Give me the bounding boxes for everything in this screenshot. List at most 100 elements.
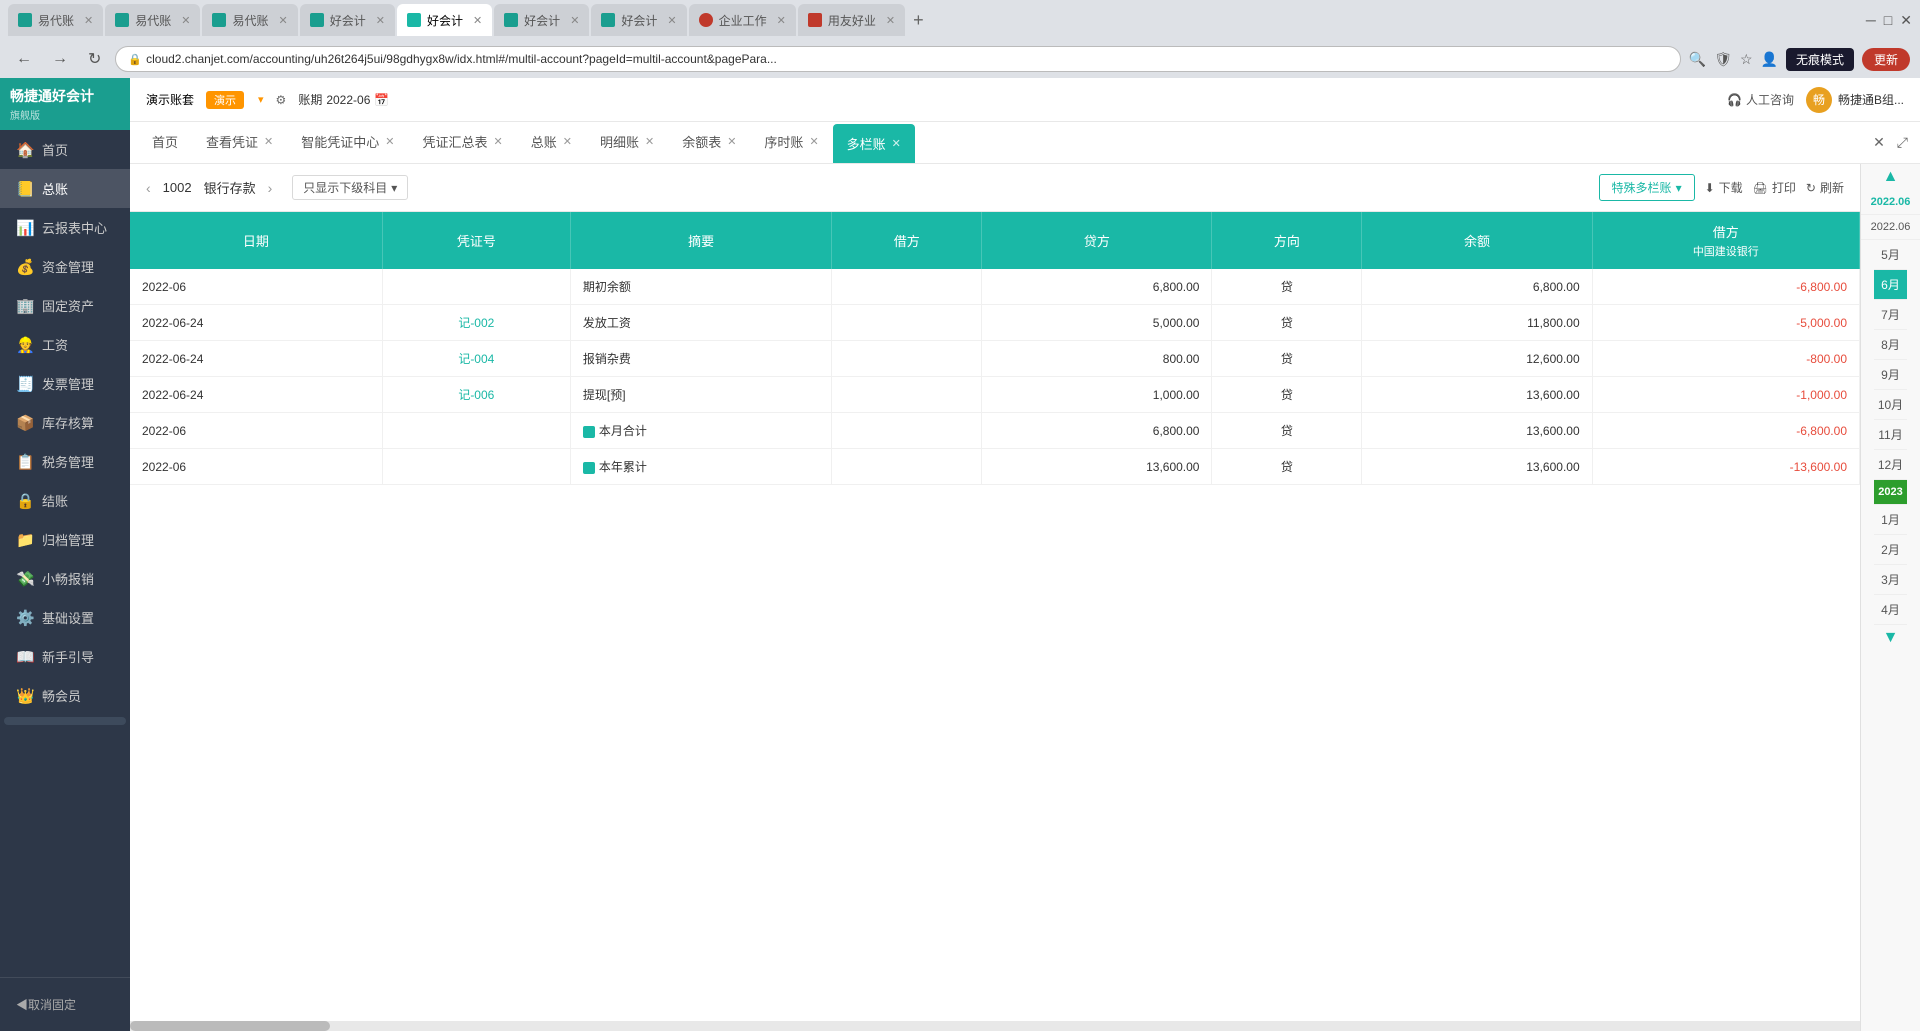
tab-close-7[interactable]: ✕ bbox=[667, 14, 676, 27]
unpin-button[interactable]: ◀取消固定 bbox=[0, 988, 130, 1021]
minimize-button[interactable]: ─ bbox=[1866, 12, 1876, 28]
tab-smart-close[interactable]: ✕ bbox=[385, 135, 394, 148]
sidebar-item-home[interactable]: 🏠 首页 bbox=[0, 130, 130, 169]
tab-close-3[interactable]: ✕ bbox=[278, 14, 287, 27]
update-button[interactable]: 更新 bbox=[1862, 48, 1910, 71]
browser-tab-4[interactable]: 好会计 ✕ bbox=[300, 4, 395, 36]
star-icon-btn[interactable]: ☆ bbox=[1740, 51, 1753, 68]
tab-sequential[interactable]: 序时账 ✕ bbox=[750, 122, 832, 163]
sidebar-item-inventory[interactable]: 📦 库存核算 bbox=[0, 403, 130, 442]
consult-button[interactable]: 🎧 人工咨询 bbox=[1727, 91, 1794, 108]
print-button[interactable]: 🖨 打印 bbox=[1753, 179, 1796, 196]
tab-close-4[interactable]: ✕ bbox=[376, 14, 385, 27]
tab-close-9[interactable]: ✕ bbox=[886, 14, 895, 27]
tab-balance[interactable]: 余额表 ✕ bbox=[668, 122, 750, 163]
tab-multi-column[interactable]: 多栏账 ✕ bbox=[833, 124, 915, 163]
shield-icon-btn[interactable]: 🛡 bbox=[1714, 51, 1732, 68]
date-top-1[interactable]: 2022.06 bbox=[1861, 190, 1920, 215]
browser-tab-3[interactable]: 易代账 ✕ bbox=[202, 4, 297, 36]
tab-voucher-summary[interactable]: 凭证汇总表 ✕ bbox=[408, 122, 516, 163]
download-button[interactable]: ⬇ 下载 bbox=[1705, 179, 1743, 196]
tab-home[interactable]: 首页 bbox=[138, 122, 192, 163]
browser-tab-2[interactable]: 易代账 ✕ bbox=[105, 4, 200, 36]
profile-icon-btn[interactable]: 👤 bbox=[1761, 51, 1778, 68]
sidebar-item-expense[interactable]: 💸 小畅报销 bbox=[0, 559, 130, 598]
special-multi-column-button[interactable]: 特殊多栏账 ▾ bbox=[1599, 174, 1695, 201]
tab-smart-voucher[interactable]: 智能凭证中心 ✕ bbox=[287, 122, 408, 163]
back-button[interactable]: ← bbox=[10, 48, 38, 70]
horizontal-scrollbar[interactable] bbox=[130, 1021, 1860, 1031]
date-month-item[interactable]: 2023 bbox=[1874, 480, 1907, 505]
prev-account-button[interactable]: ‹ bbox=[146, 180, 151, 196]
refresh-button[interactable]: ↻ 刷新 bbox=[1806, 179, 1844, 196]
browser-tab-8[interactable]: 企业工作 ✕ bbox=[689, 4, 796, 36]
sidebar-item-ledger[interactable]: 📒 总账 bbox=[0, 169, 130, 208]
browser-tab-6[interactable]: 好会计 ✕ bbox=[494, 4, 589, 36]
date-month-item[interactable]: 10月 bbox=[1874, 390, 1907, 420]
date-scroll-up[interactable]: ▲ bbox=[1861, 164, 1920, 190]
sidebar-item-close-accounts[interactable]: 🔒 结账 bbox=[0, 481, 130, 520]
date-month-item[interactable]: 5月 bbox=[1874, 240, 1907, 270]
tab-close-8[interactable]: ✕ bbox=[777, 14, 786, 27]
date-month-item[interactable]: 12月 bbox=[1874, 450, 1907, 480]
sidebar-item-funds[interactable]: 💰 资金管理 bbox=[0, 247, 130, 286]
tab-vouchers-close[interactable]: ✕ bbox=[264, 135, 273, 148]
address-bar[interactable]: 🔒 cloud2.chanjet.com/accounting/uh26t264… bbox=[115, 46, 1680, 72]
search-icon-btn[interactable]: 🔍 bbox=[1689, 51, 1706, 68]
tab-balance-close[interactable]: ✕ bbox=[727, 135, 736, 148]
tab-close-5[interactable]: ✕ bbox=[473, 14, 482, 27]
tab-close-6[interactable]: ✕ bbox=[570, 14, 579, 27]
tab-close-2[interactable]: ✕ bbox=[181, 14, 190, 27]
tab-gl-close[interactable]: ✕ bbox=[563, 135, 572, 148]
cell-voucher[interactable]: 记-006 bbox=[382, 377, 570, 413]
sidebar-scrollbar[interactable] bbox=[4, 717, 126, 725]
date-month-item[interactable]: 2月 bbox=[1874, 535, 1907, 565]
forward-button[interactable]: → bbox=[46, 48, 74, 70]
cell-voucher[interactable]: 记-004 bbox=[382, 341, 570, 377]
new-tab-button[interactable]: + bbox=[907, 10, 930, 31]
sidebar-item-settings[interactable]: ⚙️ 基础设置 bbox=[0, 598, 130, 637]
browser-tab-1[interactable]: 易代账 ✕ bbox=[8, 4, 103, 36]
filter-dropdown[interactable]: 只显示下级科目 ▾ bbox=[292, 175, 408, 200]
tab-vsummary-close[interactable]: ✕ bbox=[494, 135, 503, 148]
calendar-icon[interactable]: 📅 bbox=[374, 93, 389, 107]
date-month-item[interactable]: 6月 bbox=[1874, 270, 1907, 300]
browser-tab-5[interactable]: 好会计 ✕ bbox=[397, 4, 492, 36]
date-month-item[interactable]: 11月 bbox=[1874, 420, 1907, 450]
demo-badge[interactable]: 演示 bbox=[206, 91, 244, 109]
date-top-2[interactable]: 2022.06 bbox=[1861, 215, 1920, 240]
tab-close-1[interactable]: ✕ bbox=[84, 14, 93, 27]
tab-seq-close[interactable]: ✕ bbox=[809, 135, 818, 148]
no-trace-button[interactable]: 无痕模式 bbox=[1786, 48, 1854, 71]
next-account-button[interactable]: › bbox=[268, 180, 273, 196]
browser-tab-7[interactable]: 好会计 ✕ bbox=[591, 4, 686, 36]
tab-vouchers[interactable]: 查看凭证 ✕ bbox=[192, 122, 287, 163]
date-month-item[interactable]: 8月 bbox=[1874, 330, 1907, 360]
tab-detailed-ledger[interactable]: 明细账 ✕ bbox=[586, 122, 668, 163]
date-month-item[interactable]: 9月 bbox=[1874, 360, 1907, 390]
sidebar-item-payroll[interactable]: 👷 工资 bbox=[0, 325, 130, 364]
restore-button[interactable]: □ bbox=[1884, 12, 1892, 28]
close-browser-button[interactable]: ✕ bbox=[1900, 12, 1912, 29]
sidebar-item-assets[interactable]: 🏢 固定资产 bbox=[0, 286, 130, 325]
cell-voucher[interactable]: 记-002 bbox=[382, 305, 570, 341]
collapse-panel-button[interactable]: ✕ bbox=[1869, 130, 1889, 155]
tab-mc-close[interactable]: ✕ bbox=[892, 137, 901, 150]
sidebar-item-archive[interactable]: 📁 归档管理 bbox=[0, 520, 130, 559]
date-scroll-down[interactable]: ▼ bbox=[1861, 625, 1920, 651]
expand-panel-button[interactable]: ⤢ bbox=[1893, 130, 1912, 155]
settings-gear-icon[interactable]: ⚙ bbox=[276, 93, 287, 107]
date-month-item[interactable]: 3月 bbox=[1874, 565, 1907, 595]
date-month-item[interactable]: 1月 bbox=[1874, 505, 1907, 535]
sidebar-item-tax[interactable]: 📋 税务管理 bbox=[0, 442, 130, 481]
sidebar-item-guide[interactable]: 📖 新手引导 bbox=[0, 637, 130, 676]
sidebar-item-reports[interactable]: 📊 云报表中心 bbox=[0, 208, 130, 247]
tab-general-ledger[interactable]: 总账 ✕ bbox=[517, 122, 586, 163]
date-month-item[interactable]: 7月 bbox=[1874, 300, 1907, 330]
date-month-item[interactable]: 4月 bbox=[1874, 595, 1907, 625]
sidebar-item-member[interactable]: 👑 畅会员 bbox=[0, 676, 130, 715]
reload-button[interactable]: ↻ bbox=[82, 47, 107, 71]
browser-tab-9[interactable]: 用友好业 ✕ bbox=[798, 4, 905, 36]
sidebar-item-invoice[interactable]: 🧾 发票管理 bbox=[0, 364, 130, 403]
tab-dl-close[interactable]: ✕ bbox=[645, 135, 654, 148]
